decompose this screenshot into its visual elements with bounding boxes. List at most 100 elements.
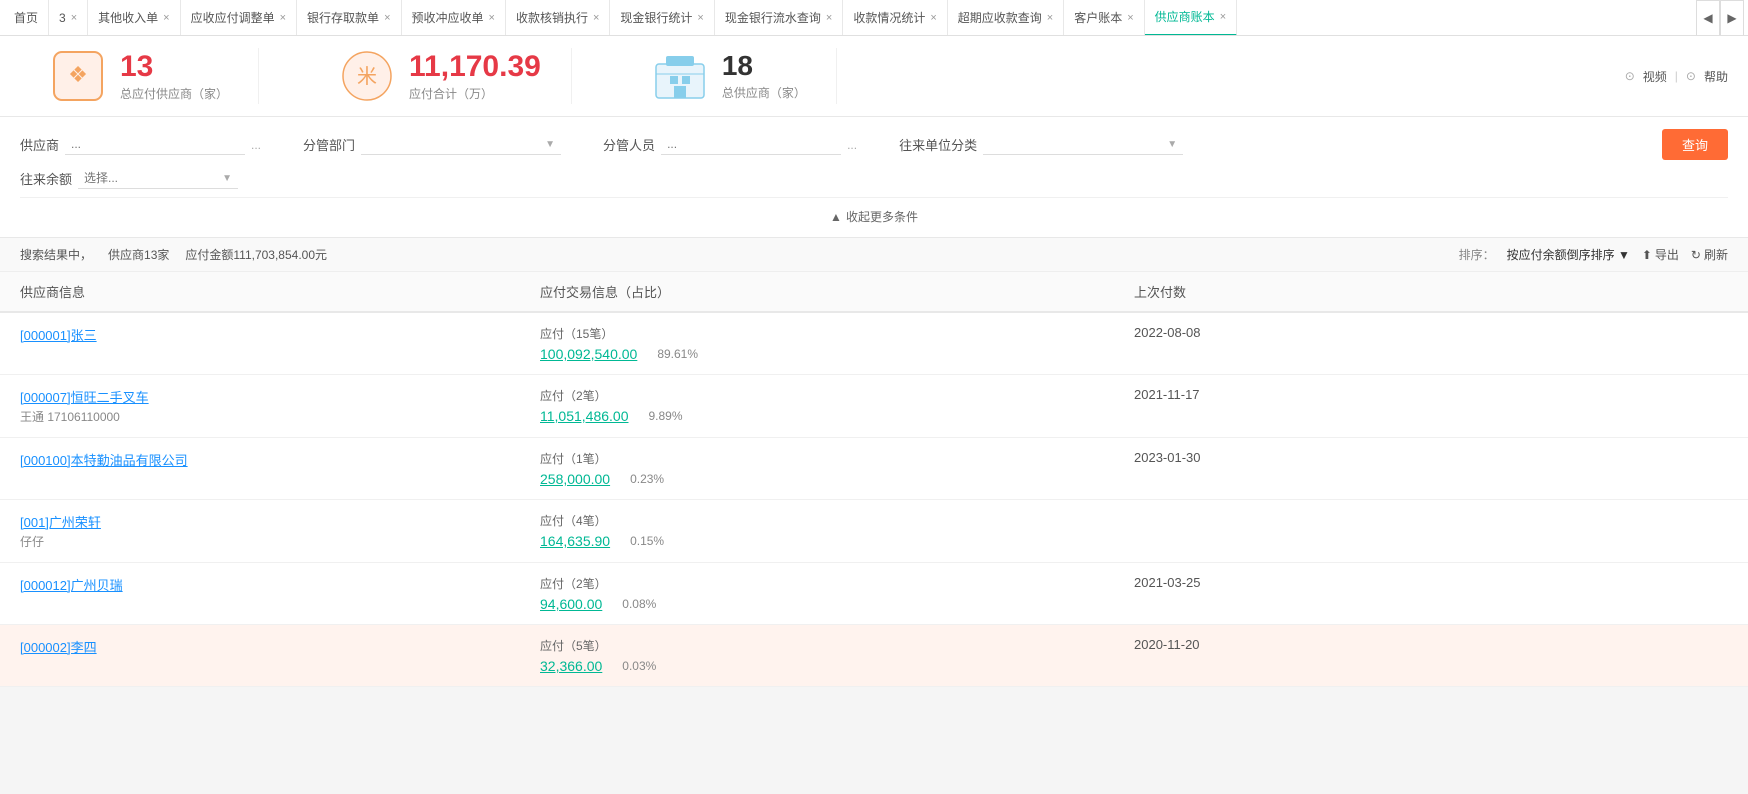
- close-tab-cash-bank-stat[interactable]: ×: [697, 12, 703, 24]
- supplier-link[interactable]: [000002]李四: [20, 637, 540, 656]
- refresh-button[interactable]: ↻ 刷新: [1691, 246, 1728, 263]
- last-pay-date: 2021-03-25: [1134, 575, 1201, 590]
- close-tab-customer-ledger[interactable]: ×: [1127, 12, 1133, 24]
- supplier-link[interactable]: [000100]本特勤油品有限公司: [20, 450, 540, 469]
- nav-tab-collection-verify[interactable]: 收款核销执行 ×: [506, 0, 610, 36]
- person-input[interactable]: [661, 134, 841, 155]
- tx-amount[interactable]: 32,366.00: [540, 658, 602, 674]
- category-input[interactable]: [983, 134, 1183, 155]
- supplier-info-cell: [001]广州荣轩 仔仔: [20, 512, 540, 550]
- supplier-filter: 供应商 ...: [20, 134, 261, 155]
- table-row: [000007]恒旺二手叉车 王通 17106110000 应付（2笔） 11,…: [0, 375, 1748, 438]
- sort-label: 排序：: [1459, 246, 1495, 263]
- supplier-sub: 王通 17106110000: [20, 408, 540, 425]
- tx-amount[interactable]: 258,000.00: [540, 471, 610, 487]
- export-icon: ⬆: [1642, 248, 1652, 262]
- supplier-link[interactable]: [001]广州荣轩: [20, 512, 540, 531]
- nav-tab-ar-ap-adjust[interactable]: 应收应付调整单 ×: [181, 0, 297, 36]
- last-pay-date: 2020-11-20: [1134, 637, 1200, 652]
- tx-percent: 0.03%: [622, 659, 656, 673]
- supplier-input[interactable]: [65, 134, 245, 155]
- result-actions: 排序： 按应付余额倒序排序 ▼ ⬆ 导出 ↻ 刷新: [1459, 246, 1728, 263]
- tx-percent: 0.15%: [630, 534, 664, 548]
- tx-amount[interactable]: 100,092,540.00: [540, 346, 637, 362]
- payable-supplier-icon: ❖: [50, 48, 106, 104]
- tx-info-cell: 应付（2笔） 94,600.00 0.08%: [540, 575, 1134, 612]
- nav-tab-bank-deposit[interactable]: 银行存取款单 ×: [297, 0, 401, 36]
- supplier-info-cell: [000007]恒旺二手叉车 王通 17106110000: [20, 387, 540, 425]
- tx-amount[interactable]: 94,600.00: [540, 596, 602, 612]
- last-pay-date: 2021-11-17: [1134, 387, 1200, 402]
- nav-tab-customer-ledger[interactable]: 客户账本 ×: [1064, 0, 1144, 36]
- svg-text:米: 米: [357, 65, 377, 88]
- tx-percent: 0.23%: [630, 472, 664, 486]
- supplier-info-cell: [000012]广州贝瑞: [20, 575, 540, 594]
- nav-tab-home[interactable]: 首页: [4, 0, 49, 36]
- stat-payable-suppliers: ❖ 13 总应付供应商（家）: [20, 48, 259, 104]
- result-prefix: 搜索结果中，: [20, 246, 92, 263]
- tx-amount[interactable]: 11,051,486.00: [540, 408, 629, 424]
- close-tab-3[interactable]: ×: [71, 12, 77, 24]
- nav-tab-cash-bank-flow[interactable]: 现金银行流水查询 ×: [715, 0, 843, 36]
- dept-input[interactable]: [361, 134, 561, 155]
- close-tab-collection-verify[interactable]: ×: [593, 12, 599, 24]
- nav-tab-collection-stat[interactable]: 收款情况统计 ×: [843, 0, 947, 36]
- close-tab-overdue-ar[interactable]: ×: [1047, 12, 1053, 24]
- tx-label: 应付（15笔）: [540, 325, 1134, 342]
- stat-payable-suppliers-content: 13 总应付供应商（家）: [120, 50, 228, 102]
- last-pay-cell: 2020-11-20: [1134, 637, 1728, 652]
- supplier-link[interactable]: [000001]张三: [20, 325, 540, 344]
- tx-label: 应付（2笔）: [540, 575, 1134, 592]
- close-tab-collection-stat[interactable]: ×: [930, 12, 936, 24]
- close-tab-other-income[interactable]: ×: [163, 12, 169, 24]
- close-tab-bank-deposit[interactable]: ×: [384, 12, 390, 24]
- export-button[interactable]: ⬆ 导出: [1642, 246, 1679, 263]
- tx-label: 应付（1笔）: [540, 450, 1134, 467]
- dept-filter: 分管部门 ▼: [303, 134, 561, 155]
- supplier-link[interactable]: [000012]广州贝瑞: [20, 575, 540, 594]
- nav-prev-arrow[interactable]: ◀: [1696, 0, 1720, 36]
- top-navigation: 首页 3 × 其他收入单 × 应收应付调整单 × 银行存取款单 × 预收冲应收单…: [0, 0, 1748, 36]
- close-tab-ar-ap-adjust[interactable]: ×: [280, 12, 286, 24]
- nav-tab-overdue-ar[interactable]: 超期应收款查询 ×: [948, 0, 1064, 36]
- nav-tab-other-income[interactable]: 其他收入单 ×: [88, 0, 180, 36]
- dept-select-wrapper: ▼: [361, 134, 561, 155]
- total-suppliers-label: 总供应商（家）: [722, 84, 806, 101]
- help-icon: ⊙: [1686, 69, 1696, 83]
- payable-amount-value: 11,170.39: [409, 50, 541, 83]
- col-last-pay: 上次付数: [1134, 282, 1728, 301]
- payable-amount-icon: 米: [339, 48, 395, 104]
- nav-tab-cash-bank-stat[interactable]: 现金银行统计 ×: [610, 0, 714, 36]
- supplier-link[interactable]: [000007]恒旺二手叉车: [20, 387, 540, 406]
- person-filter: 分管人员 ...: [603, 134, 857, 155]
- last-pay-date: 2023-01-30: [1134, 450, 1201, 465]
- tx-percent: 9.89%: [649, 409, 683, 423]
- filter-row-2: 往来余额 ▼: [20, 168, 1728, 189]
- tx-info-cell: 应付（4笔） 164,635.90 0.15%: [540, 512, 1134, 549]
- filter-area: 供应商 ... 分管部门 ▼ 分管人员 ... 往来单位分类 ▼ 查询 往来: [0, 117, 1748, 238]
- help-link[interactable]: 帮助: [1704, 68, 1728, 85]
- nav-tab-3[interactable]: 3 ×: [49, 0, 88, 36]
- category-label: 往来单位分类: [899, 135, 977, 154]
- nav-tab-supplier-ledger[interactable]: 供应商账本 ×: [1145, 0, 1237, 36]
- person-label: 分管人员: [603, 135, 655, 154]
- close-tab-prepay-ar[interactable]: ×: [489, 12, 495, 24]
- tx-amount[interactable]: 164,635.90: [540, 533, 610, 549]
- collapse-button[interactable]: ▲ 收起更多条件: [830, 204, 918, 229]
- nav-next-arrow[interactable]: ▶: [1720, 0, 1744, 36]
- sort-value[interactable]: 按应付余额倒序排序 ▼: [1507, 246, 1630, 263]
- video-link[interactable]: 视频: [1643, 68, 1667, 85]
- nav-tab-prepay-ar[interactable]: 预收冲应收单 ×: [402, 0, 506, 36]
- close-tab-supplier-ledger[interactable]: ×: [1220, 11, 1226, 23]
- total-supplier-icon: [652, 48, 708, 104]
- tx-info-cell: 应付（1笔） 258,000.00 0.23%: [540, 450, 1134, 487]
- result-amount: 应付金额111,703,854.00元: [185, 246, 327, 263]
- payable-amount-label: 应付合计（万）: [409, 85, 541, 102]
- query-button[interactable]: 查询: [1662, 129, 1728, 160]
- close-tab-cash-bank-flow[interactable]: ×: [826, 12, 832, 24]
- balance-input[interactable]: [78, 168, 238, 189]
- payable-suppliers-label: 总应付供应商（家）: [120, 85, 228, 102]
- supplier-sub: 仔仔: [20, 533, 540, 550]
- dept-label: 分管部门: [303, 135, 355, 154]
- stat-payable-amount-content: 11,170.39 应付合计（万）: [409, 50, 541, 102]
